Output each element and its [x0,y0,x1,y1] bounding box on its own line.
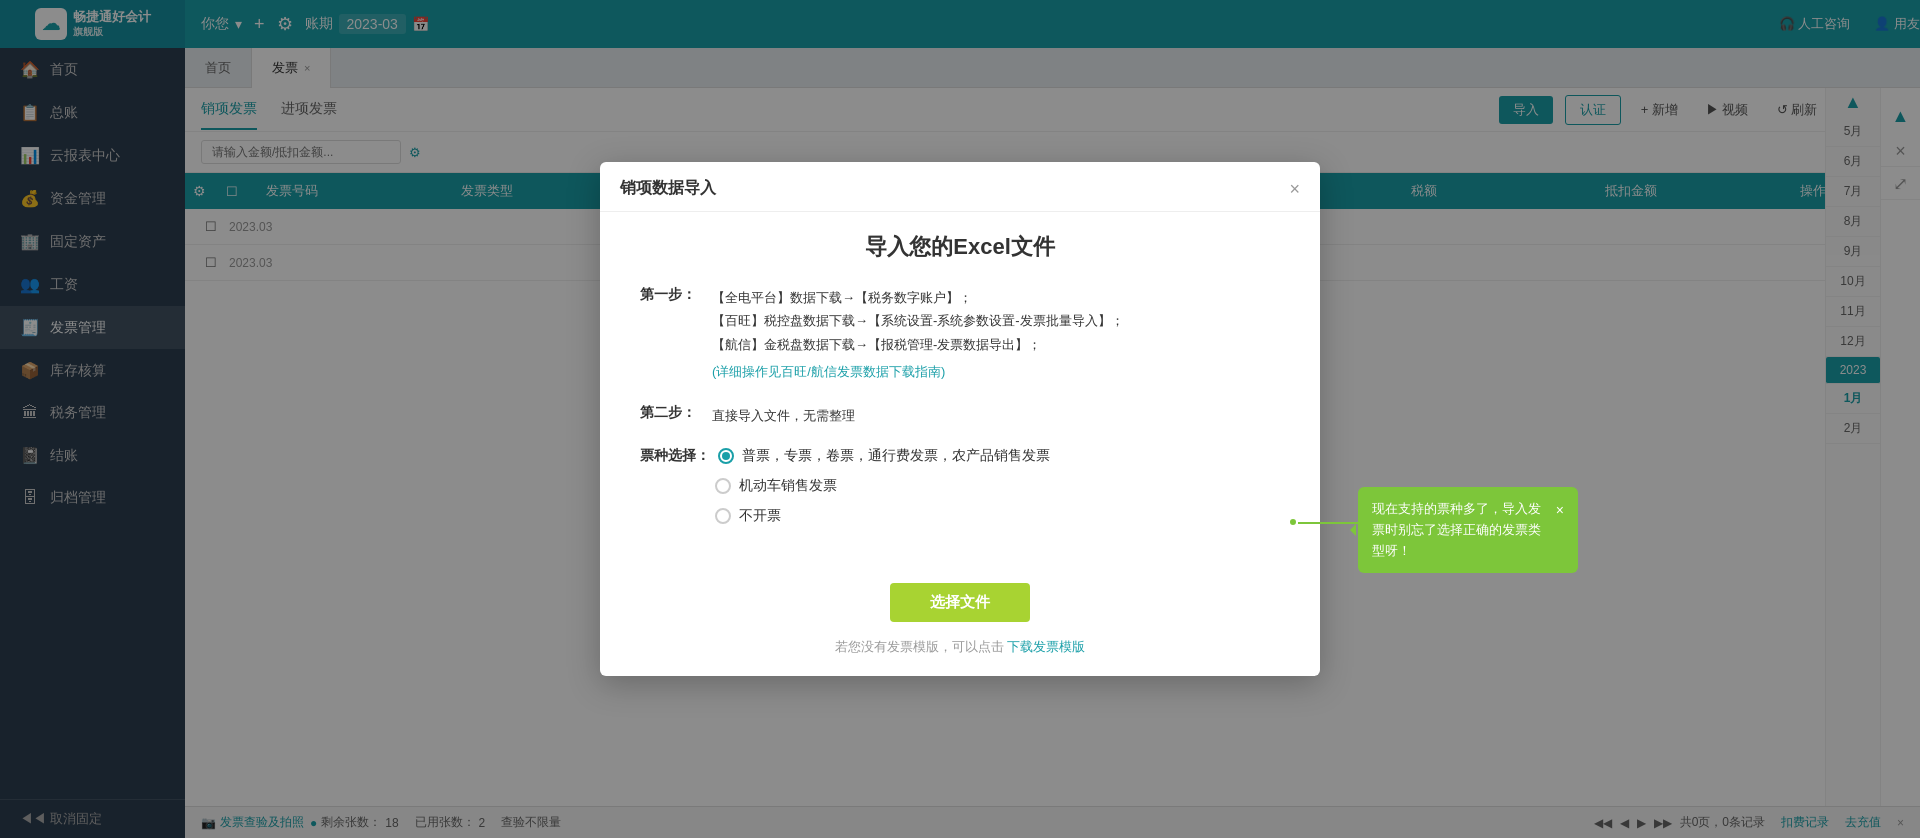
tooltip-box: × 现在支持的票种多了，导入发票时别忘了选择正确的发票类型呀！ [1358,487,1578,573]
radio-label-3: 不开票 [739,507,781,525]
step2-section: 第二步： 直接导入文件，无需整理 [640,404,1280,427]
modal-close-button[interactable]: × [1289,180,1300,198]
modal-main-title: 导入您的Excel文件 [640,232,1280,262]
modal-body: 导入您的Excel文件 第一步： 【全电平台】数据下载→【税务数字账户】； 【百… [600,212,1320,567]
modal-header: 销项数据导入 × [600,162,1320,212]
step2-content: 直接导入文件，无需整理 [712,404,855,427]
step2-label: 第二步： [640,404,700,427]
step1-line2: 【百旺】税控盘数据下载→【系统设置-系统参数设置-发票批量导入】； [712,309,1124,332]
tooltip-container: × 现在支持的票种多了，导入发票时别忘了选择正确的发票类型呀！ [1300,457,1520,543]
radio-label-1: 普票，专票，卷票，通行费发票，农产品销售发票 [742,447,1050,465]
download-template-link[interactable]: 下载发票模版 [1007,639,1085,654]
modal-title: 销项数据导入 [620,178,716,199]
tooltip-close-btn[interactable]: × [1556,499,1564,521]
modal-footer: 选择文件 若您没有发票模版，可以点击 下载发票模版 [600,567,1320,676]
step1-guide-link[interactable]: (详细操作见百旺/航信发票数据下载指南) [712,364,945,379]
radio-row-1: 票种选择： 普票，专票，卷票，通行费发票，农产品销售发票 [640,447,1280,465]
tooltip-dot [1288,517,1298,527]
step1-section: 第一步： 【全电平台】数据下载→【税务数字账户】； 【百旺】税控盘数据下载→【系… [640,286,1280,384]
step1-row: 第一步： 【全电平台】数据下载→【税务数字账户】； 【百旺】税控盘数据下载→【系… [640,286,1280,384]
radio-btn-1[interactable] [718,448,734,464]
radio-row-2: 机动车销售发票 [640,477,1280,495]
step1-content: 【全电平台】数据下载→【税务数字账户】； 【百旺】税控盘数据下载→【系统设置-系… [712,286,1124,384]
step1-line1: 【全电平台】数据下载→【税务数字账户】； [712,286,1124,309]
radio-group: 票种选择： 普票，专票，卷票，通行费发票，农产品销售发票 机动车销售发票 不开票 [640,447,1280,525]
tooltip-text: 现在支持的票种多了，导入发票时别忘了选择正确的发票类型呀！ [1372,501,1541,558]
radio-btn-3[interactable] [715,508,731,524]
radio-label-2: 机动车销售发票 [739,477,837,495]
step1-line3: 【航信】金税盘数据下载→【报税管理-发票数据导出】； [712,333,1124,356]
radio-row-3: 不开票 [640,507,1280,525]
radio-group-label: 票种选择： [640,447,710,465]
download-hint: 若您没有发票模版，可以点击 下载发票模版 [640,638,1280,656]
radio-btn-2[interactable] [715,478,731,494]
step2-row: 第二步： 直接导入文件，无需整理 [640,404,1280,427]
modal-dialog: 销项数据导入 × 导入您的Excel文件 第一步： 【全电平台】数据下载→【税务… [600,162,1320,676]
step1-label: 第一步： [640,286,700,384]
select-file-button[interactable]: 选择文件 [890,583,1030,622]
tooltip-line [1298,522,1358,524]
modal-overlay[interactable]: 销项数据导入 × 导入您的Excel文件 第一步： 【全电平台】数据下载→【税务… [0,0,1920,838]
